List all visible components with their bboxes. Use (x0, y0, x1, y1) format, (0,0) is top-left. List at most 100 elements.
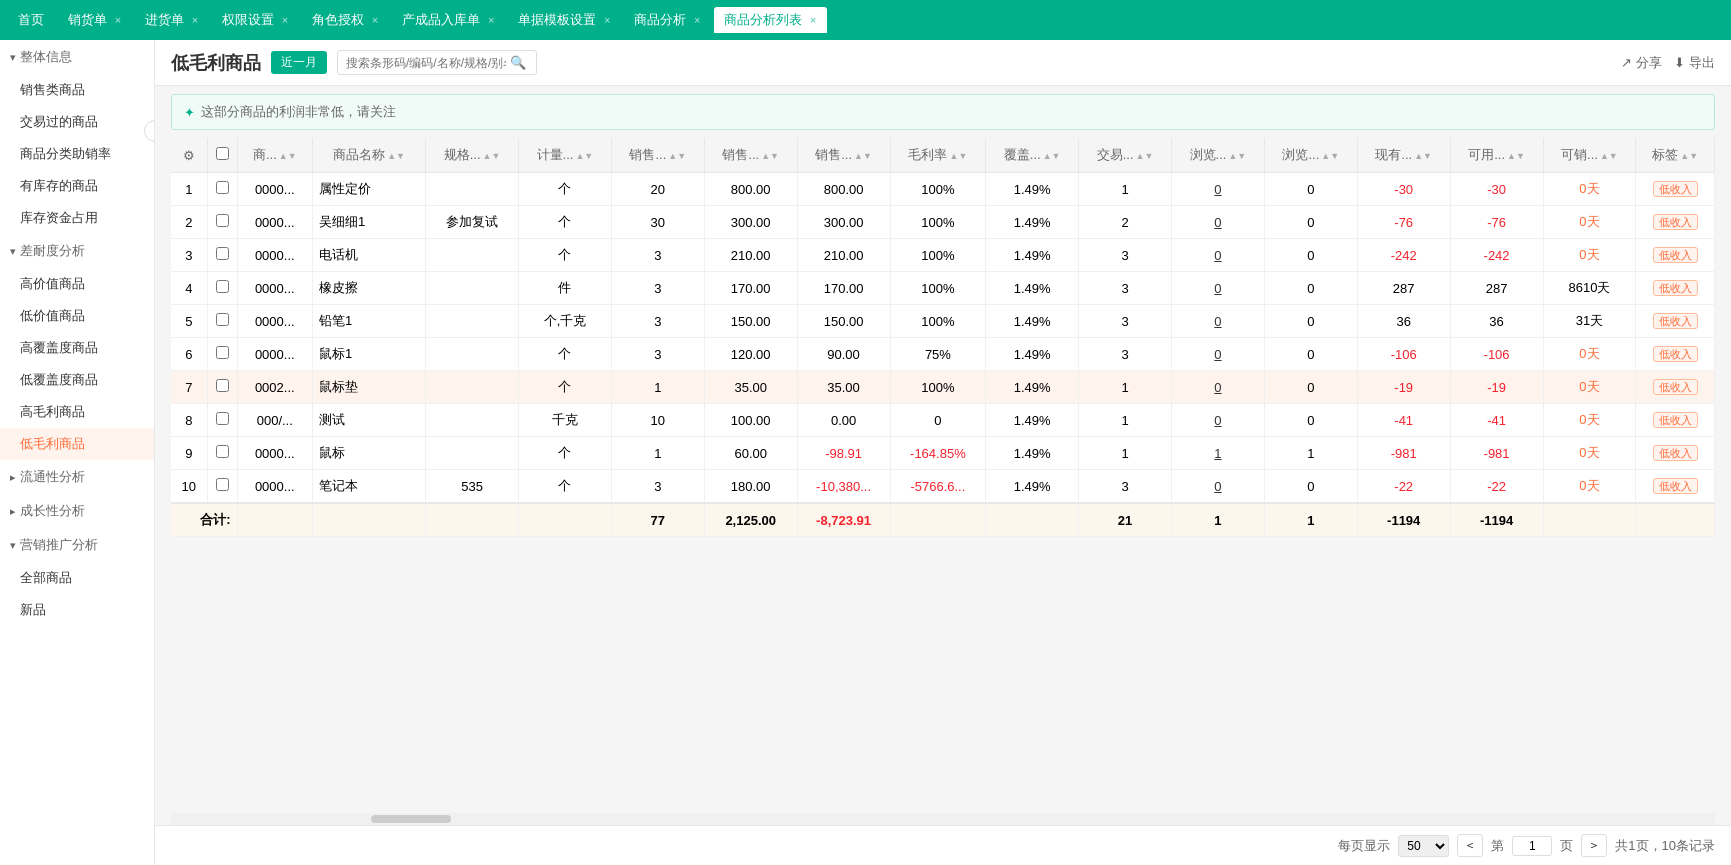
close-icon[interactable]: × (810, 14, 816, 26)
sidebar-item-in-stock[interactable]: 有库存的商品 (0, 170, 154, 202)
cell-name[interactable]: 属性定价 (313, 173, 426, 206)
sidebar-item-new-goods[interactable]: 新品 (0, 594, 154, 626)
row-checkbox[interactable] (216, 445, 229, 458)
cell-checkbox[interactable] (207, 206, 237, 239)
cell-checkbox[interactable] (207, 437, 237, 470)
sidebar-item-high-profit[interactable]: 高毛利商品 (0, 396, 154, 428)
horizontal-scrollbar[interactable] (171, 813, 1715, 825)
filter-period-btn[interactable]: 近一月 (271, 51, 327, 74)
cell-checkbox[interactable] (207, 371, 237, 404)
col-sale-count[interactable]: 销售...▲▼ (611, 138, 704, 173)
sidebar-group-marketing[interactable]: ▾ 营销推广分析 (0, 528, 154, 562)
sidebar-item-all-goods[interactable]: 全部商品 (0, 562, 154, 594)
cell-name[interactable]: 鼠标1 (313, 338, 426, 371)
row-checkbox[interactable] (216, 379, 229, 392)
cell-checkbox[interactable] (207, 305, 237, 338)
cell-name[interactable]: 吴细细1 (313, 206, 426, 239)
nav-purchase[interactable]: 进货单 × (135, 7, 208, 33)
page-size-select[interactable]: 50 100 200 (1398, 835, 1449, 857)
nav-sales[interactable]: 销货单 × (58, 7, 131, 33)
sidebar-group-overall[interactable]: ▾ 整体信息 (0, 40, 154, 74)
scrollbar-thumb[interactable] (371, 815, 451, 823)
col-sale-profit[interactable]: 销售...▲▼ (797, 138, 890, 173)
select-all-checkbox[interactable] (216, 147, 229, 160)
cell-name[interactable]: 橡皮擦 (313, 272, 426, 305)
cell-checkbox[interactable] (207, 470, 237, 504)
nav-role[interactable]: 角色授权 × (302, 7, 388, 33)
col-spec[interactable]: 规格...▲▼ (426, 138, 519, 173)
cell-checkbox[interactable] (207, 173, 237, 206)
cell-browse1[interactable]: 0 (1172, 470, 1265, 504)
sidebar-item-category-rate[interactable]: 商品分类助销率 (0, 138, 154, 170)
row-checkbox[interactable] (216, 313, 229, 326)
cell-browse1[interactable]: 0 (1172, 305, 1265, 338)
sidebar-group-growth[interactable]: ▸ 成长性分析 (0, 494, 154, 528)
sidebar-item-inventory-capital[interactable]: 库存资金占用 (0, 202, 154, 234)
row-checkbox[interactable] (216, 280, 229, 293)
col-tag[interactable]: 标签▲▼ (1636, 138, 1715, 173)
sidebar-item-high-coverage[interactable]: 高覆盖度商品 (0, 332, 154, 364)
cell-browse1[interactable]: 1 (1172, 437, 1265, 470)
close-icon[interactable]: × (115, 14, 121, 26)
prev-page-btn[interactable]: ＜ (1457, 834, 1483, 857)
col-current[interactable]: 现有...▲▼ (1357, 138, 1450, 173)
cell-browse1[interactable]: 0 (1172, 239, 1265, 272)
row-checkbox[interactable] (216, 412, 229, 425)
cell-browse1[interactable]: 0 (1172, 206, 1265, 239)
cell-checkbox[interactable] (207, 272, 237, 305)
cell-name[interactable]: 笔记本 (313, 470, 426, 504)
row-checkbox[interactable] (216, 346, 229, 359)
close-icon[interactable]: × (488, 14, 494, 26)
cell-name[interactable]: 测试 (313, 404, 426, 437)
cell-browse1[interactable]: 0 (1172, 173, 1265, 206)
row-checkbox[interactable] (216, 214, 229, 227)
col-browse2[interactable]: 浏览...▲▼ (1264, 138, 1357, 173)
sidebar-item-high-value[interactable]: 高价值商品 (0, 268, 154, 300)
col-name[interactable]: 商品名称▲▼ (313, 138, 426, 173)
nav-product-entry[interactable]: 产成品入库单 × (392, 7, 504, 33)
cell-browse1[interactable]: 0 (1172, 338, 1265, 371)
row-checkbox[interactable] (216, 478, 229, 491)
cell-checkbox[interactable] (207, 404, 237, 437)
col-available[interactable]: 可用...▲▼ (1450, 138, 1543, 173)
nav-template[interactable]: 单据模板设置 × (508, 7, 620, 33)
cell-browse1[interactable]: 0 (1172, 404, 1265, 437)
cell-checkbox[interactable] (207, 338, 237, 371)
sidebar-item-sales-goods[interactable]: 销售类商品 (0, 74, 154, 106)
col-trade[interactable]: 交易...▲▼ (1079, 138, 1172, 173)
cell-name[interactable]: 电话机 (313, 239, 426, 272)
nav-product-analysis-list[interactable]: 商品分析列表 × (714, 7, 826, 33)
col-sale-price[interactable]: 销售...▲▼ (704, 138, 797, 173)
share-btn[interactable]: ↗ 分享 (1621, 54, 1662, 72)
search-icon[interactable]: 🔍 (510, 55, 526, 70)
nav-permission[interactable]: 权限设置 × (212, 7, 298, 33)
cell-browse1[interactable]: 0 (1172, 371, 1265, 404)
col-coverage[interactable]: 覆盖...▲▼ (986, 138, 1079, 173)
search-input[interactable] (346, 56, 506, 70)
next-page-btn[interactable]: ＞ (1581, 834, 1607, 857)
sidebar-item-low-coverage[interactable]: 低覆盖度商品 (0, 364, 154, 396)
col-unit[interactable]: 计量...▲▼ (519, 138, 612, 173)
close-icon[interactable]: × (282, 14, 288, 26)
nav-home[interactable]: 首页 (8, 7, 54, 33)
close-icon[interactable]: × (192, 14, 198, 26)
cell-name[interactable]: 铅笔1 (313, 305, 426, 338)
col-code[interactable]: 商...▲▼ (237, 138, 313, 173)
col-gross-rate[interactable]: 毛利率▲▼ (890, 138, 986, 173)
sidebar-group-value[interactable]: ▾ 差耐度分析 (0, 234, 154, 268)
close-icon[interactable]: × (604, 14, 610, 26)
close-icon[interactable]: × (694, 14, 700, 26)
col-saleable[interactable]: 可销...▲▼ (1543, 138, 1636, 173)
cell-checkbox[interactable] (207, 239, 237, 272)
sidebar-group-circulation[interactable]: ▸ 流通性分析 (0, 460, 154, 494)
row-checkbox[interactable] (216, 181, 229, 194)
row-checkbox[interactable] (216, 247, 229, 260)
cell-name[interactable]: 鼠标垫 (313, 371, 426, 404)
export-btn[interactable]: ⬇ 导出 (1674, 54, 1715, 72)
nav-product-analysis[interactable]: 商品分析 × (624, 7, 710, 33)
col-browse1[interactable]: 浏览...▲▼ (1172, 138, 1265, 173)
cell-name[interactable]: 鼠标 (313, 437, 426, 470)
col-settings[interactable]: ⚙ (171, 138, 207, 173)
sidebar-item-traded-goods[interactable]: 交易过的商品 (0, 106, 154, 138)
sidebar-item-low-value[interactable]: 低价值商品 (0, 300, 154, 332)
